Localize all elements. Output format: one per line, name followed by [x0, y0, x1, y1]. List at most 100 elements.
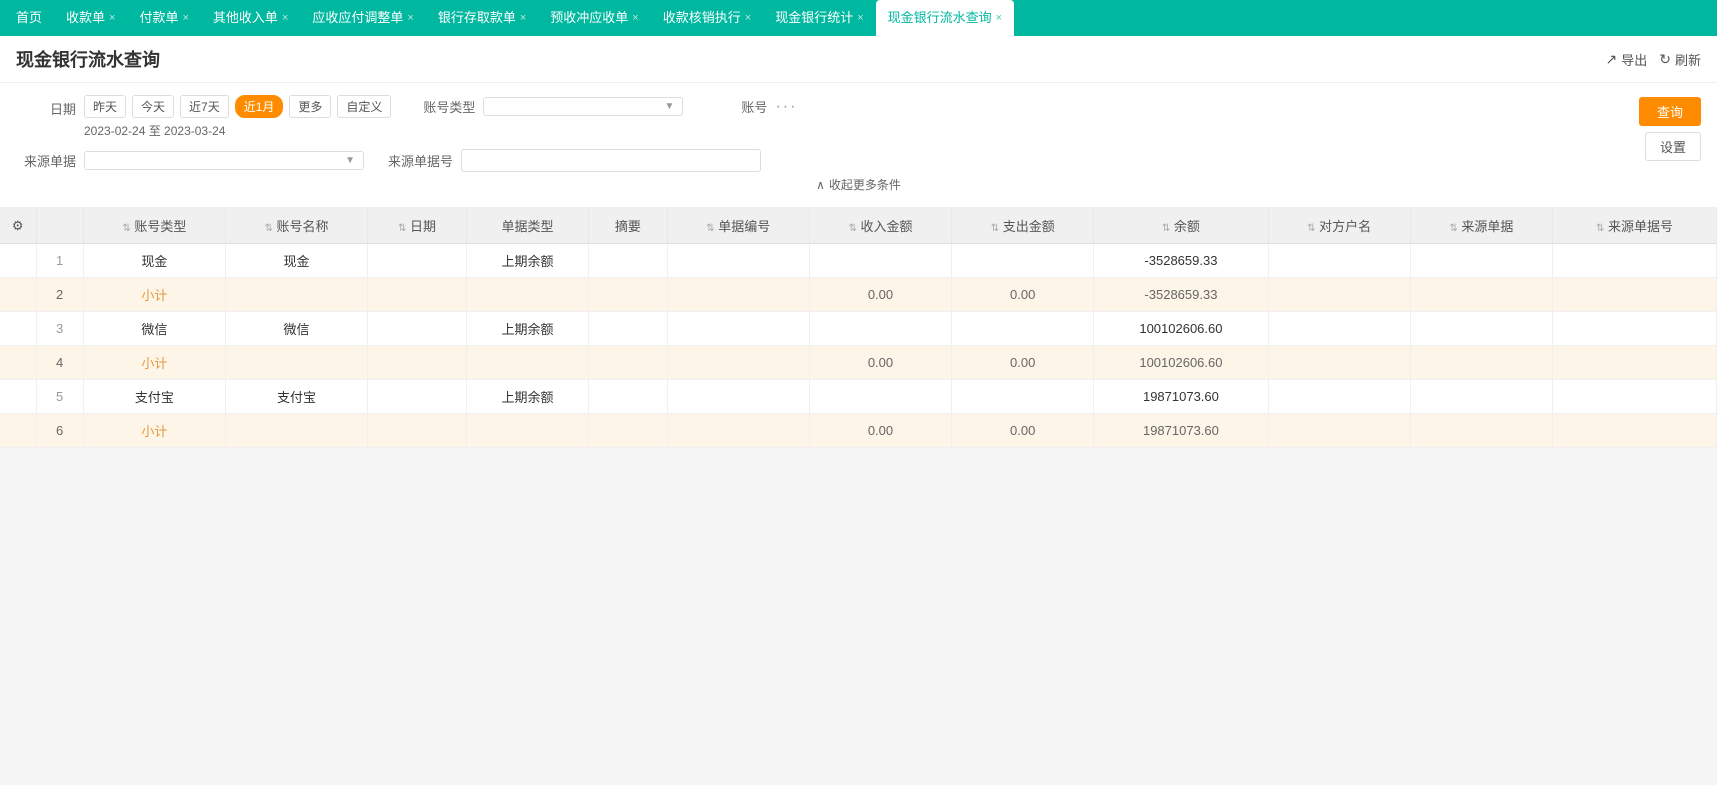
- nav-ar-ap-adjust[interactable]: 应收应付调整单 ×: [300, 0, 425, 36]
- cell-summary: [589, 414, 668, 448]
- nav-bank-deposit[interactable]: 银行存取款单 ×: [426, 0, 538, 36]
- column-num: [36, 208, 83, 244]
- nav-close-icon[interactable]: ×: [407, 0, 413, 36]
- refresh-button[interactable]: ↻ 刷新: [1659, 50, 1701, 69]
- table-row[interactable]: 6小计0.000.0019871073.60: [0, 414, 1717, 448]
- column-counterpart[interactable]: ⇅ 对方户名: [1268, 208, 1410, 244]
- cell-doc-no: [667, 244, 809, 278]
- cell-source-doc-no: [1552, 346, 1716, 380]
- source-doc-no-input[interactable]: [461, 149, 761, 172]
- source-doc-label: 来源单据: [16, 151, 76, 170]
- nav-close-icon[interactable]: ×: [182, 0, 188, 36]
- table-row[interactable]: 2小计0.000.00-3528659.33: [0, 278, 1717, 312]
- date-1month[interactable]: 近1月: [235, 95, 284, 118]
- date-7days[interactable]: 近7天: [180, 95, 229, 118]
- table-row[interactable]: 4小计0.000.00100102606.60: [0, 346, 1717, 380]
- cell-counterpart: [1268, 244, 1410, 278]
- cell-gear: [0, 380, 36, 414]
- cell-summary: [589, 278, 668, 312]
- cell-account-name: 支付宝: [225, 380, 367, 414]
- header-actions: ↗ 导出 ↻ 刷新: [1606, 50, 1702, 69]
- date-custom[interactable]: 自定义: [337, 95, 391, 118]
- nav-other-income[interactable]: 其他收入单 ×: [201, 0, 300, 36]
- cell-date: [368, 244, 467, 278]
- column-doc-no[interactable]: ⇅ 单据编号: [667, 208, 809, 244]
- table-row[interactable]: 1现金现金上期余额-3528659.33: [0, 244, 1717, 278]
- cell-balance: 19871073.60: [1094, 380, 1268, 414]
- table-row[interactable]: 3微信微信上期余额100102606.60: [0, 312, 1717, 346]
- cell-summary: [589, 380, 668, 414]
- cell-counterpart: [1268, 312, 1410, 346]
- cell-doc-type: 上期余额: [466, 244, 588, 278]
- sort-icon: ⇅: [1449, 223, 1457, 234]
- chevron-down-icon: ▼: [665, 101, 675, 112]
- nav-payment[interactable]: 付款单 ×: [127, 0, 200, 36]
- cell-source-doc: [1410, 346, 1552, 380]
- cell-summary: [589, 312, 668, 346]
- cell-source-doc: [1410, 278, 1552, 312]
- nav-close-icon[interactable]: ×: [996, 0, 1002, 36]
- table-row[interactable]: 5支付宝支付宝上期余额19871073.60: [0, 380, 1717, 414]
- cell-doc-type: 上期余额: [466, 312, 588, 346]
- column-source-doc-no[interactable]: ⇅ 来源单据号: [1552, 208, 1716, 244]
- account-type-select[interactable]: ▼: [483, 97, 683, 116]
- source-doc-select[interactable]: ▼: [84, 151, 364, 170]
- sort-icon: ⇅: [1596, 223, 1604, 234]
- sort-icon: ⇅: [122, 223, 130, 234]
- cell-income: [809, 312, 951, 346]
- cell-balance: 19871073.60: [1094, 414, 1268, 448]
- column-date[interactable]: ⇅ 日期: [368, 208, 467, 244]
- collapse-button[interactable]: ∧ 收起更多条件: [16, 172, 1701, 195]
- date-more[interactable]: 更多: [289, 95, 331, 118]
- nav-prepay-offset[interactable]: 预收冲应收单 ×: [538, 0, 650, 36]
- nav-close-icon[interactable]: ×: [109, 0, 115, 36]
- cell-counterpart: [1268, 380, 1410, 414]
- export-button[interactable]: ↗ 导出: [1606, 50, 1648, 69]
- nav-cash-bank-flow[interactable]: 现金银行流水查询 ×: [876, 0, 1014, 36]
- nav-close-icon[interactable]: ×: [857, 0, 863, 36]
- nav-cash-bank-stats[interactable]: 现金银行统计 ×: [763, 0, 875, 36]
- query-button[interactable]: 查询: [1639, 97, 1701, 126]
- column-gear[interactable]: ⚙: [0, 208, 36, 244]
- nav-collection-exec[interactable]: 收款核销执行 ×: [651, 0, 763, 36]
- settings-button[interactable]: 设置: [1645, 132, 1701, 161]
- cell-doc-type: [466, 278, 588, 312]
- cell-num: 3: [36, 312, 83, 346]
- date-yesterday[interactable]: 昨天: [84, 95, 126, 118]
- nav-close-icon[interactable]: ×: [282, 0, 288, 36]
- cell-income: 0.00: [809, 278, 951, 312]
- column-income[interactable]: ⇅ 收入金额: [809, 208, 951, 244]
- cell-gear: [0, 312, 36, 346]
- nav-close-icon[interactable]: ×: [745, 0, 751, 36]
- collapse-icon: ∧: [816, 178, 825, 192]
- nav-home[interactable]: 首页: [4, 0, 54, 36]
- nav-receipt[interactable]: 收款单 ×: [54, 0, 127, 36]
- cell-counterpart: [1268, 278, 1410, 312]
- date-today[interactable]: 今天: [132, 95, 174, 118]
- cell-date: [368, 278, 467, 312]
- cell-doc-no: [667, 346, 809, 380]
- cell-source-doc: [1410, 414, 1552, 448]
- column-account-type[interactable]: ⇅ 账号类型: [83, 208, 225, 244]
- sort-icon: ⇅: [265, 223, 273, 234]
- cell-account-type: 微信: [83, 312, 225, 346]
- cell-date: [368, 380, 467, 414]
- column-source-doc[interactable]: ⇅ 来源单据: [1410, 208, 1552, 244]
- nav-close-icon[interactable]: ×: [520, 0, 526, 36]
- cell-date: [368, 312, 467, 346]
- nav-close-icon[interactable]: ×: [632, 0, 638, 36]
- cell-counterpart: [1268, 414, 1410, 448]
- cell-num: 4: [36, 346, 83, 380]
- cell-income: 0.00: [809, 414, 951, 448]
- cell-doc-no: [667, 312, 809, 346]
- column-expense[interactable]: ⇅ 支出金额: [952, 208, 1094, 244]
- column-balance[interactable]: ⇅ 余额: [1094, 208, 1268, 244]
- refresh-icon: ↻: [1659, 51, 1671, 68]
- account-dots-button[interactable]: ···: [775, 98, 797, 116]
- column-account-name[interactable]: ⇅ 账号名称: [225, 208, 367, 244]
- cell-doc-type: [466, 414, 588, 448]
- sort-icon: ⇅: [1162, 223, 1170, 234]
- cell-account-name: [225, 278, 367, 312]
- cell-source-doc-no: [1552, 278, 1716, 312]
- column-doc-type: 单据类型: [466, 208, 588, 244]
